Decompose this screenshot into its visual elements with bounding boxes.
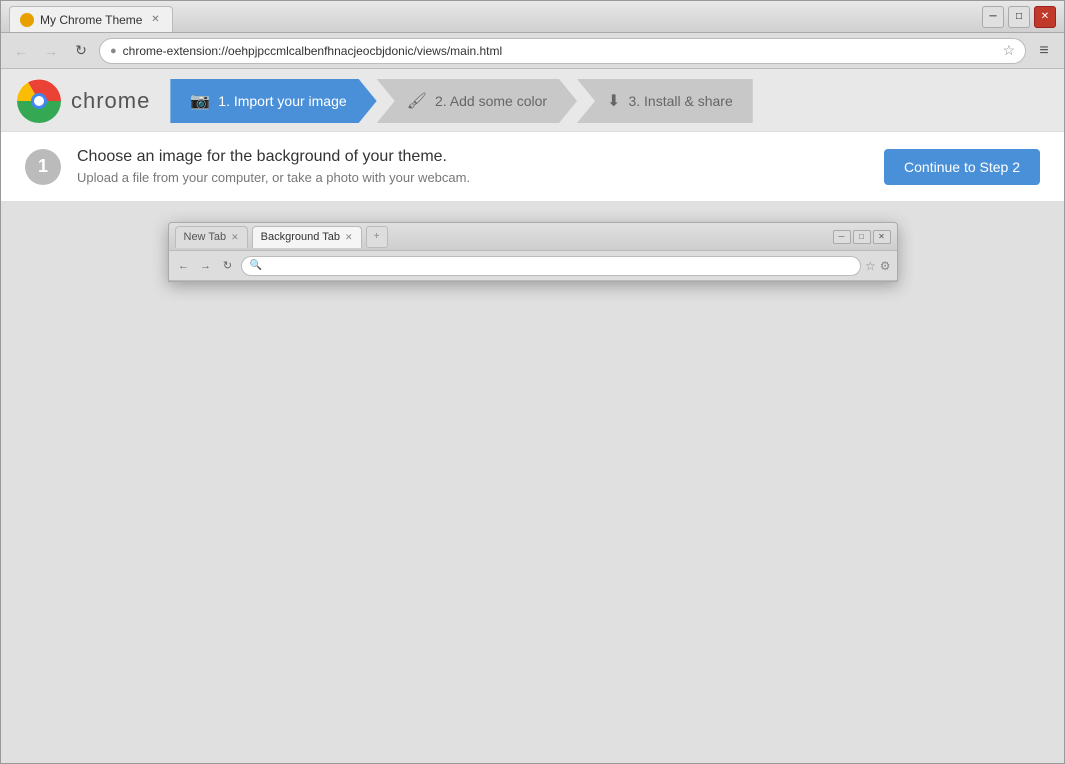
preview-bookmark-icon[interactable]: ☆ <box>865 259 876 273</box>
step-content-panel: 1 Choose an image for the background of … <box>1 131 1064 202</box>
step-number-badge: 1 <box>25 149 61 185</box>
bookmark-star-icon[interactable]: ☆ <box>1002 42 1015 59</box>
close-button[interactable]: ✕ <box>1034 6 1056 28</box>
preview-close-button[interactable]: ✕ <box>873 230 891 244</box>
address-lock-icon: ● <box>110 45 117 57</box>
steps-nav: 📷 1. Import your image 🖌 2. Add some col… <box>170 79 1048 123</box>
title-bar: My Chrome Theme ✕ ─ □ ✕ <box>1 1 1064 33</box>
window-frame: My Chrome Theme ✕ ─ □ ✕ ← → ↻ ● chrome-e… <box>0 0 1065 764</box>
back-button[interactable]: ← <box>9 39 33 63</box>
preview-refresh-button[interactable]: ↻ <box>219 257 237 275</box>
browser-preview: New Tab ✕ Background Tab ✕ + ─ □ ✕ <box>168 222 898 282</box>
forward-button[interactable]: → <box>39 39 63 63</box>
maximize-button[interactable]: □ <box>1008 6 1030 28</box>
step-3-icon: ⬇ <box>607 91 620 111</box>
step-1-icon: 📷 <box>190 91 210 111</box>
preview-tab-background-close[interactable]: ✕ <box>345 232 353 243</box>
preview-tab-newtab[interactable]: New Tab ✕ <box>175 226 248 248</box>
step-3-label: 3. Install & share <box>628 93 732 109</box>
preview-win-controls: ─ □ ✕ <box>833 230 891 244</box>
step-subtitle: Upload a file from your computer, or tak… <box>77 170 868 185</box>
app-header: chrome 📷 1. Import your image 🖌 2. Add s… <box>1 69 1064 131</box>
header-top: chrome 📷 1. Import your image 🖌 2. Add s… <box>1 79 1064 131</box>
preview-area: New Tab ✕ Background Tab ✕ + ─ □ ✕ <box>1 202 1064 763</box>
preview-search-icon: 🔍 <box>250 260 262 271</box>
active-tab[interactable]: My Chrome Theme ✕ <box>9 6 173 32</box>
preview-minimize-button[interactable]: ─ <box>833 230 851 244</box>
preview-back-button[interactable]: ← <box>175 257 193 275</box>
step-title: Choose an image for the background of yo… <box>77 148 868 166</box>
step-2-icon: 🖌 <box>407 91 427 111</box>
preview-title-bar: New Tab ✕ Background Tab ✕ + ─ □ ✕ <box>169 223 897 251</box>
tab-label: My Chrome Theme <box>40 13 142 27</box>
step-3[interactable]: ⬇ 3. Install & share <box>577 79 753 123</box>
preview-tab-background-label: Background Tab <box>261 231 340 243</box>
tab-close-button[interactable]: ✕ <box>148 13 162 27</box>
step-2[interactable]: 🖌 2. Add some color <box>377 79 577 123</box>
step-2-label: 2. Add some color <box>435 93 547 109</box>
address-bar[interactable]: ● chrome-extension://oehpjpccmlcalbenfhn… <box>99 38 1026 64</box>
refresh-button[interactable]: ↻ <box>69 39 93 63</box>
chrome-logo-icon <box>17 79 61 123</box>
preview-new-tab-button[interactable]: + <box>366 226 388 248</box>
window-controls: ─ □ ✕ <box>982 6 1056 28</box>
preview-tab-newtab-label: New Tab <box>184 231 227 243</box>
preview-tab-background[interactable]: Background Tab ✕ <box>252 226 362 248</box>
preview-address-bar[interactable]: 🔍 <box>241 256 861 276</box>
tab-bar: My Chrome Theme ✕ <box>9 1 974 32</box>
preview-forward-button[interactable]: → <box>197 257 215 275</box>
continue-to-step2-button[interactable]: Continue to Step 2 <box>884 149 1040 185</box>
preview-nav-bar: ← → ↻ 🔍 ☆ ⚙ <box>169 251 897 281</box>
minimize-button[interactable]: ─ <box>982 6 1004 28</box>
nav-bar: ← → ↻ ● chrome-extension://oehpjpccmlcal… <box>1 33 1064 69</box>
tab-favicon <box>20 13 34 27</box>
preview-tab-newtab-close[interactable]: ✕ <box>231 232 239 243</box>
step-description: Choose an image for the background of yo… <box>77 148 868 185</box>
chrome-menu-button[interactable]: ≡ <box>1032 39 1056 63</box>
preview-maximize-button[interactable]: □ <box>853 230 871 244</box>
step-1-label: 1. Import your image <box>218 93 346 109</box>
preview-wrench-icon[interactable]: ⚙ <box>880 259 891 273</box>
main-content: chrome 📷 1. Import your image 🖌 2. Add s… <box>1 69 1064 763</box>
chrome-wordmark: chrome <box>71 88 150 114</box>
step-1[interactable]: 📷 1. Import your image <box>170 79 376 123</box>
address-text: chrome-extension://oehpjpccmlcalbenfhnac… <box>123 44 997 58</box>
